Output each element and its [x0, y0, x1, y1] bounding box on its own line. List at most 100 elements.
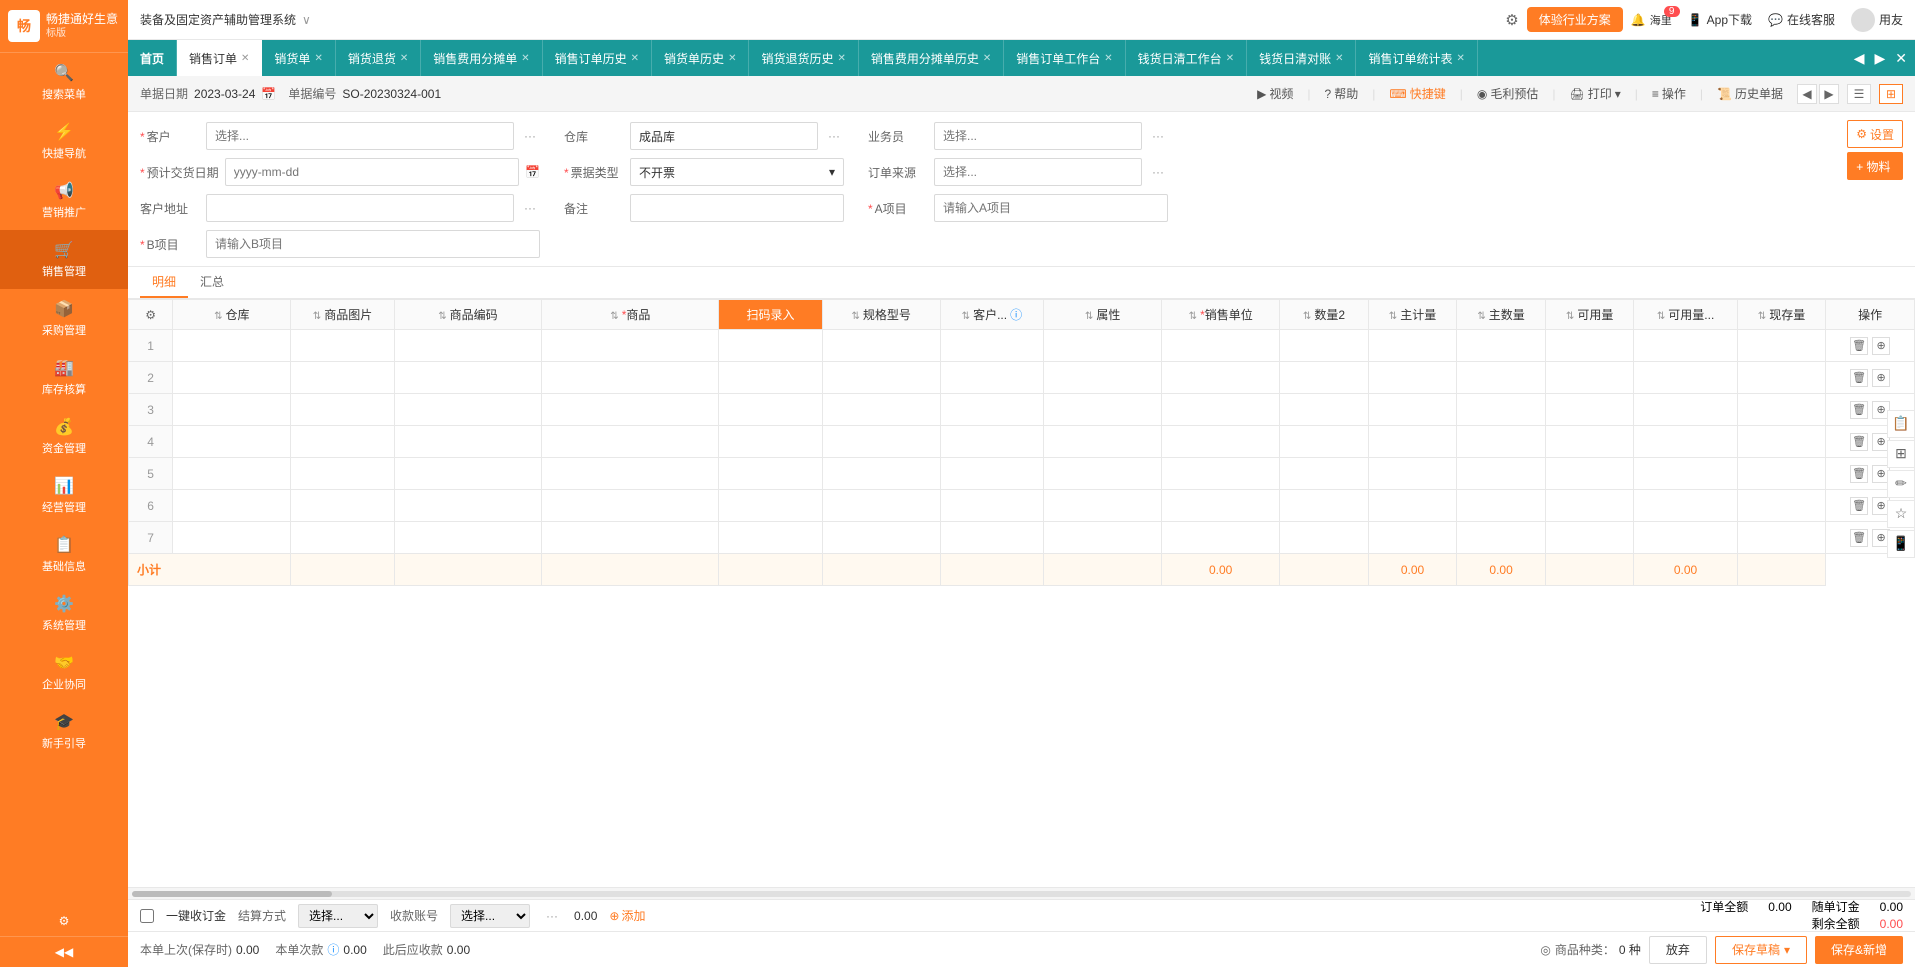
sidebar-item-basicinfo[interactable]: 📋 基础信息 — [0, 525, 128, 584]
print-btn[interactable]: 🖨 打印 ▾ — [1563, 83, 1626, 104]
tab-sales-return[interactable]: 销货退货 ✕ — [336, 40, 421, 76]
tab-next-arrow[interactable]: ▶ — [1870, 48, 1889, 69]
date-calendar-icon[interactable]: 📅 — [261, 87, 276, 101]
row-2-delete-btn[interactable]: 🗑 — [1850, 369, 1868, 387]
sidebar-item-guide[interactable]: 🎓 新手引导 — [0, 702, 128, 761]
tab-close-sales-bill[interactable]: ✕ — [314, 53, 322, 64]
float-btn-3[interactable]: ✏ — [1887, 470, 1915, 498]
sidebar-item-inventory[interactable]: 🏭 库存核算 — [0, 348, 128, 407]
tab-sales-bill-history[interactable]: 销货单历史 ✕ — [652, 40, 749, 76]
sidebar-collapse-btn[interactable]: ◀◀ — [0, 936, 128, 967]
tab-close-expense-split[interactable]: ✕ — [521, 53, 529, 64]
tab-close-all-btn[interactable]: ✕ — [1891, 48, 1911, 69]
staff-input[interactable] — [934, 122, 1142, 150]
payment-method-select[interactable]: 选择... — [298, 904, 378, 928]
customer-dots-icon[interactable]: ··· — [520, 129, 540, 143]
form-list-btn[interactable]: ☰ — [1847, 84, 1871, 104]
history-btn[interactable]: 📜 历史单据 — [1711, 83, 1789, 104]
staff-dots-icon[interactable]: ··· — [1148, 129, 1168, 143]
delivery-date-input[interactable] — [225, 158, 519, 186]
invoice-type-select[interactable]: 不开票 ▾ — [630, 158, 844, 186]
tab-home[interactable]: 首页 — [128, 40, 177, 76]
row-1-copy-btn[interactable]: ⊕ — [1872, 337, 1890, 355]
sidebar-item-search[interactable]: 🔍 搜索菜单 — [0, 53, 128, 112]
address-dots-icon[interactable]: ··· — [520, 201, 540, 215]
tab-close-bill-history[interactable]: ✕ — [728, 53, 736, 64]
sidebar-item-enterprise[interactable]: 🤝 企业协同 — [0, 643, 128, 702]
notes-input[interactable] — [630, 194, 844, 222]
sidebar-item-purchase[interactable]: 📦 采购管理 — [0, 289, 128, 348]
save-draft-button[interactable]: 保存草稿 ▾ — [1715, 936, 1807, 964]
tab-cash-account[interactable]: 钱货日清对账 ✕ — [1247, 40, 1356, 76]
sidebar-item-operations[interactable]: 📊 经营管理 — [0, 466, 128, 525]
notification-bell[interactable]: 🔔 海里 9 — [1631, 12, 1672, 28]
discard-button[interactable]: 放弃 — [1649, 936, 1707, 964]
b-project-input[interactable] — [206, 230, 540, 258]
row-1-delete-btn[interactable]: 🗑 — [1850, 337, 1868, 355]
warehouse-select[interactable]: 成品库 — [630, 122, 818, 150]
table-gear-icon[interactable]: ⚙ — [145, 308, 156, 322]
save-draft-dropdown-icon[interactable]: ▾ — [1784, 943, 1790, 957]
topbar-gear-icon[interactable]: ⚙ — [1505, 11, 1518, 29]
tab-close-cash-workbench[interactable]: ✕ — [1226, 53, 1234, 64]
tab-sales-stats[interactable]: 销售订单统计表 ✕ — [1356, 40, 1477, 76]
row-2-copy-btn[interactable]: ⊕ — [1872, 369, 1890, 387]
form-grid-btn[interactable]: ⊞ — [1879, 84, 1903, 104]
tab-detail[interactable]: 明细 — [140, 267, 188, 298]
row-5-delete-btn[interactable]: 🗑 — [1850, 465, 1868, 483]
tab-summary[interactable]: 汇总 — [188, 267, 236, 298]
order-source-dots-icon[interactable]: ··· — [1148, 165, 1168, 179]
solution-button[interactable]: 体验行业方案 — [1527, 7, 1623, 32]
row-3-delete-btn[interactable]: 🗑 — [1850, 401, 1868, 419]
payment-add-btn[interactable]: ⊕ 添加 — [609, 907, 645, 924]
tab-prev-arrow[interactable]: ◀ — [1850, 48, 1869, 69]
settings-button[interactable]: ⚙ 设置 — [1847, 120, 1903, 148]
sidebar-settings-btn[interactable]: ⚙ — [0, 906, 128, 936]
a-project-input[interactable] — [934, 194, 1168, 222]
sidebar-item-capital[interactable]: 💰 资金管理 — [0, 407, 128, 466]
row-7-delete-btn[interactable]: 🗑 — [1850, 529, 1868, 547]
tab-close-return-history[interactable]: ✕ — [837, 53, 845, 64]
form-prev-btn[interactable]: ◀ — [1797, 84, 1817, 104]
view-video-btn[interactable]: ▶ 视频 — [1251, 83, 1299, 104]
add-material-button[interactable]: + 物料 — [1847, 152, 1903, 180]
app-download-link[interactable]: 📱 App下载 — [1688, 11, 1752, 28]
sidebar-item-quicknav[interactable]: ⚡ 快捷导航 — [0, 112, 128, 171]
tab-close-sales-return[interactable]: ✕ — [400, 53, 408, 64]
tab-sales-bill[interactable]: 销货单 ✕ — [262, 40, 335, 76]
tab-sales-order-history[interactable]: 销售订单历史 ✕ — [543, 40, 652, 76]
delivery-calendar-icon[interactable]: 📅 — [525, 165, 540, 179]
float-btn-5[interactable]: 📱 — [1887, 530, 1915, 558]
tab-close-order-history[interactable]: ✕ — [631, 53, 639, 64]
tab-sales-expense-split[interactable]: 销售费用分摊单 ✕ — [421, 40, 542, 76]
float-btn-4[interactable]: ☆ — [1887, 500, 1915, 528]
sidebar-item-system[interactable]: ⚙️ 系统管理 — [0, 584, 128, 643]
sidebar-item-marketing[interactable]: 📢 营销推广 — [0, 171, 128, 230]
th-gear[interactable]: ⚙ — [129, 300, 173, 330]
row-6-delete-btn[interactable]: 🗑 — [1850, 497, 1868, 515]
customer-input[interactable] — [206, 122, 514, 150]
scrollbar-track[interactable] — [132, 891, 1911, 897]
sidebar-item-sales[interactable]: 🛒 销售管理 — [0, 230, 128, 289]
warehouse-dots-icon[interactable]: ··· — [824, 129, 844, 143]
row-4-delete-btn[interactable]: 🗑 — [1850, 433, 1868, 451]
tab-close-order-workbench[interactable]: ✕ — [1104, 53, 1112, 64]
save-new-button[interactable]: 保存&新增 — [1815, 936, 1903, 964]
tab-cash-workbench[interactable]: 钱货日清工作台 ✕ — [1126, 40, 1247, 76]
tab-sales-return-history[interactable]: 销货退货历史 ✕ — [749, 40, 858, 76]
payment-account-select[interactable]: 选择... — [450, 904, 530, 928]
tab-expense-history[interactable]: 销售费用分摊单历史 ✕ — [859, 40, 1004, 76]
tab-close-sales-order[interactable]: ✕ — [241, 53, 249, 64]
one-click-payment-checkbox[interactable] — [140, 909, 154, 923]
float-btn-1[interactable]: 📋 — [1887, 410, 1915, 438]
operations-btn[interactable]: ≡ 操作 — [1646, 83, 1692, 104]
float-btn-2[interactable]: ⊞ — [1887, 440, 1915, 468]
order-source-input[interactable] — [934, 158, 1142, 186]
user-menu[interactable]: 用友 — [1851, 8, 1903, 32]
tab-close-sales-stats[interactable]: ✕ — [1457, 53, 1465, 64]
address-input[interactable] — [206, 194, 514, 222]
scrollbar-thumb[interactable] — [132, 891, 332, 897]
tab-sales-order[interactable]: 销售订单 ✕ — [177, 40, 262, 76]
shortcut-btn[interactable]: ⌨ 快捷键 — [1383, 83, 1451, 104]
online-service-link[interactable]: 💬 在线客服 — [1768, 11, 1835, 28]
